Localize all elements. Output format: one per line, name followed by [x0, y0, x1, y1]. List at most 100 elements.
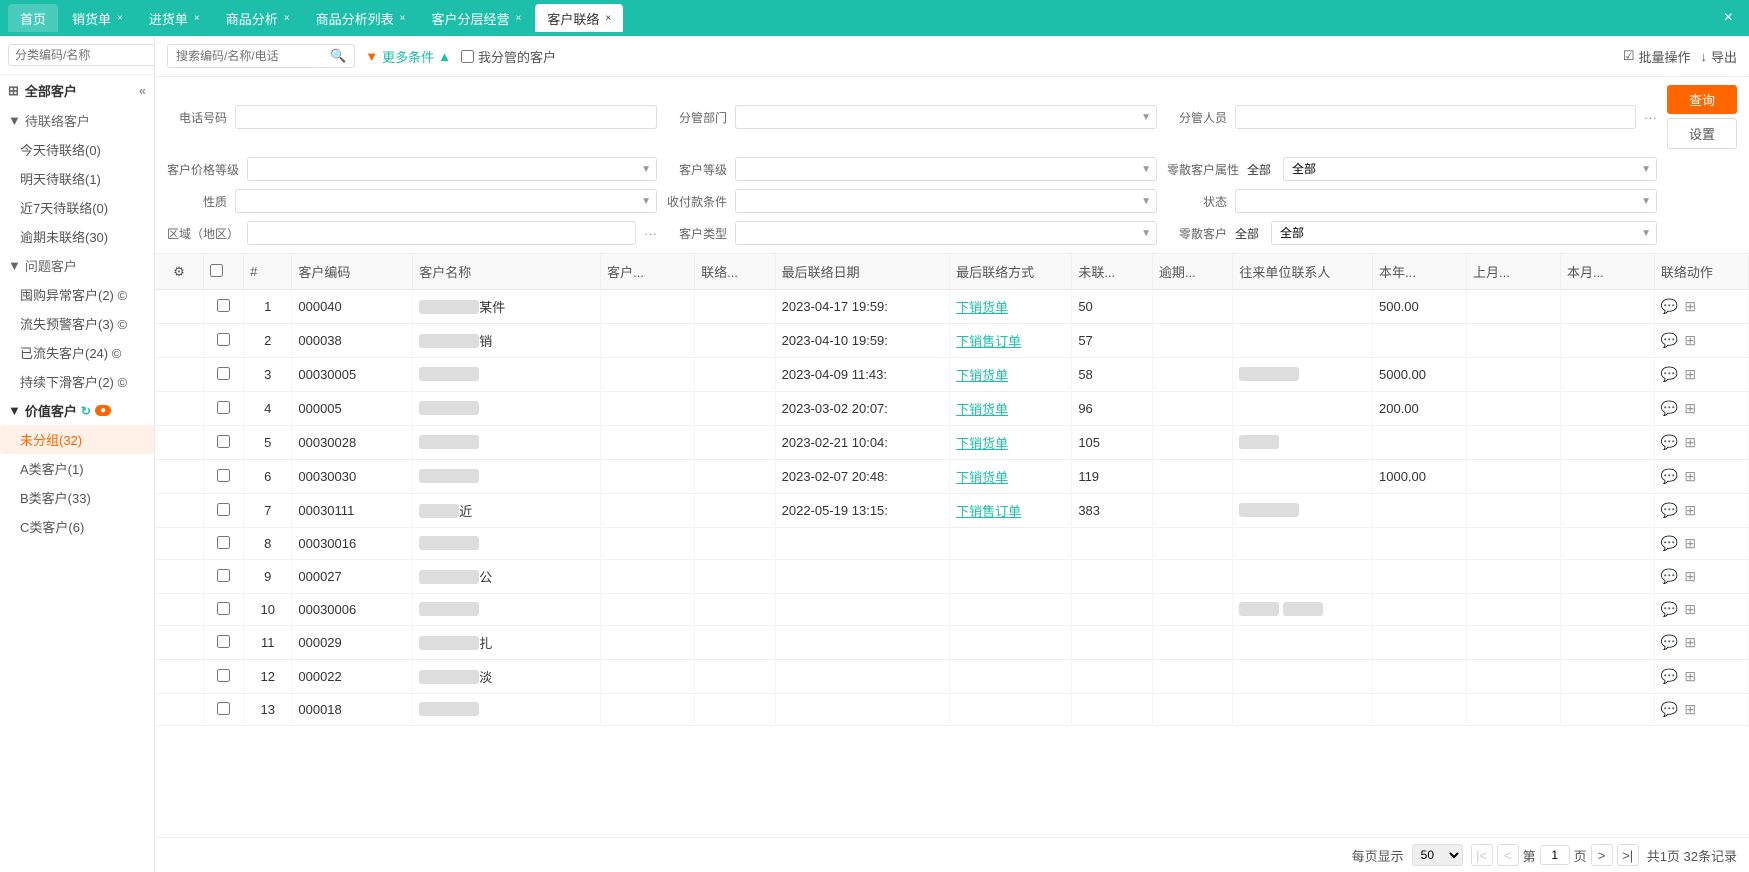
- sidebar-collapse-button[interactable]: «: [139, 83, 146, 98]
- sidebar-all-customers[interactable]: ⊞ 全部客户 «: [0, 75, 154, 106]
- grid-action-icon-8[interactable]: ⊞: [1684, 568, 1696, 585]
- grid-action-icon-5[interactable]: ⊞: [1684, 468, 1696, 485]
- manager-dots-button[interactable]: ···: [1644, 110, 1657, 125]
- filter-select-retail-attr[interactable]: 全部: [1283, 157, 1657, 181]
- message-icon-2[interactable]: 💬: [1661, 366, 1678, 383]
- tab-product-analysis[interactable]: 商品分析 ×: [214, 4, 302, 32]
- reset-button[interactable]: 设置: [1667, 118, 1737, 149]
- tab-purchase[interactable]: 进货单 ×: [137, 4, 212, 32]
- sidebar-search-input[interactable]: [8, 44, 155, 66]
- tab-customer-contact-close[interactable]: ×: [605, 13, 611, 24]
- row-last-contact-method-11[interactable]: [950, 660, 1072, 694]
- filter-select-cust-type[interactable]: [735, 221, 1157, 245]
- value-customer-group-header[interactable]: ▼ 价值客户 ↻ ●: [0, 396, 154, 425]
- th-gear[interactable]: ⚙: [155, 254, 203, 290]
- batch-op-button[interactable]: ☑ 批量操作: [1623, 47, 1691, 66]
- row-last-contact-method-9[interactable]: [950, 594, 1072, 626]
- row-last-contact-method-3[interactable]: 下销货单: [950, 392, 1072, 426]
- row-check-10[interactable]: [203, 626, 243, 660]
- prev-page-button[interactable]: <: [1497, 844, 1519, 866]
- filter-select-retail-cust[interactable]: 全部: [1271, 221, 1657, 245]
- sidebar-item-churned[interactable]: 已流失客户(24) ©: [0, 338, 154, 367]
- grid-action-icon-0[interactable]: ⊞: [1684, 298, 1696, 315]
- grid-action-icon-2[interactable]: ⊞: [1684, 366, 1696, 383]
- filter-select-cust-tier[interactable]: [735, 157, 1157, 181]
- filter-input-manager[interactable]: [1235, 105, 1636, 129]
- message-icon-12[interactable]: 💬: [1661, 701, 1678, 718]
- message-icon-8[interactable]: 💬: [1661, 568, 1678, 585]
- message-icon-6[interactable]: 💬: [1661, 502, 1678, 519]
- th-checkbox[interactable]: [203, 254, 243, 290]
- row-last-contact-method-2[interactable]: 下销货单: [950, 358, 1072, 392]
- th-last-contact-method[interactable]: 最后联络方式: [950, 254, 1072, 290]
- message-icon-9[interactable]: 💬: [1661, 601, 1678, 618]
- message-icon-1[interactable]: 💬: [1661, 332, 1678, 349]
- row-check-5[interactable]: [203, 460, 243, 494]
- row-last-contact-method-0[interactable]: 下销货单: [950, 290, 1072, 324]
- row-last-contact-method-5[interactable]: 下销货单: [950, 460, 1072, 494]
- grid-action-icon-3[interactable]: ⊞: [1684, 400, 1696, 417]
- row-check-1[interactable]: [203, 324, 243, 358]
- per-page-select[interactable]: 50 100 200: [1412, 844, 1463, 866]
- query-button[interactable]: 查询: [1667, 85, 1737, 114]
- export-button[interactable]: ↓ 导出: [1700, 47, 1737, 66]
- sidebar-item-hoarding-abnormal[interactable]: 囤购异常客户(2) ©: [0, 280, 154, 309]
- row-last-contact-method-7[interactable]: [950, 528, 1072, 560]
- tab-product-analysis-close[interactable]: ×: [284, 13, 290, 24]
- row-check-12[interactable]: [203, 694, 243, 726]
- th-name[interactable]: 客户名称: [413, 254, 601, 290]
- sidebar-item-class-c[interactable]: C类客户(6): [0, 512, 154, 541]
- th-this-year[interactable]: 本年...: [1373, 254, 1467, 290]
- tab-purchase-close[interactable]: ×: [194, 13, 200, 24]
- row-check-6[interactable]: [203, 494, 243, 528]
- region-dots-button[interactable]: ···: [644, 226, 657, 241]
- refresh-icon[interactable]: ↻: [81, 404, 91, 418]
- filter-input-region[interactable]: [247, 221, 636, 245]
- sidebar-item-class-b[interactable]: B类客户(33): [0, 483, 154, 512]
- page-number-input[interactable]: [1540, 845, 1570, 865]
- grid-action-icon-7[interactable]: ⊞: [1684, 535, 1696, 552]
- row-last-contact-method-4[interactable]: 下销货单: [950, 426, 1072, 460]
- tab-sales-close[interactable]: ×: [117, 13, 123, 24]
- row-last-contact-method-12[interactable]: [950, 694, 1072, 726]
- row-last-contact-method-1[interactable]: 下销售订单: [950, 324, 1072, 358]
- message-icon-0[interactable]: 💬: [1661, 298, 1678, 315]
- row-check-11[interactable]: [203, 660, 243, 694]
- tab-product-analysis-list[interactable]: 商品分析列表 ×: [304, 4, 418, 32]
- message-icon-11[interactable]: 💬: [1661, 668, 1678, 685]
- tab-customer-contact[interactable]: 客户联络 ×: [535, 4, 623, 32]
- sidebar-item-churn-warning[interactable]: 流失预警客户(3) ©: [0, 309, 154, 338]
- th-this-month[interactable]: 本月...: [1560, 254, 1654, 290]
- sidebar-item-declining[interactable]: 持续下滑客户(2) ©: [0, 367, 154, 396]
- first-page-button[interactable]: |<: [1471, 844, 1493, 866]
- sidebar-item-7day-pending[interactable]: 近7天待联络(0): [0, 193, 154, 222]
- row-check-8[interactable]: [203, 560, 243, 594]
- select-all-checkbox[interactable]: [210, 264, 223, 277]
- row-check-0[interactable]: [203, 290, 243, 324]
- filter-select-price-tier[interactable]: [247, 157, 657, 181]
- sidebar-item-today-pending[interactable]: 今天待联络(0): [0, 135, 154, 164]
- problem-customer-group-header[interactable]: ▼ 问题客户: [0, 251, 154, 280]
- th-overdue[interactable]: 逾期...: [1152, 254, 1233, 290]
- grid-action-icon-11[interactable]: ⊞: [1684, 668, 1696, 685]
- tab-home[interactable]: 首页: [8, 4, 58, 32]
- filter-search-input[interactable]: [176, 49, 326, 63]
- row-check-3[interactable]: [203, 392, 243, 426]
- window-close-button[interactable]: ×: [1716, 9, 1741, 27]
- tab-sales[interactable]: 销货单 ×: [60, 4, 135, 32]
- tab-customer-tier[interactable]: 客户分层经营 ×: [419, 4, 533, 32]
- th-code[interactable]: 客户编码: [292, 254, 413, 290]
- row-last-contact-method-8[interactable]: [950, 560, 1072, 594]
- sidebar-item-class-a[interactable]: A类客户(1): [0, 454, 154, 483]
- message-icon-3[interactable]: 💬: [1661, 400, 1678, 417]
- th-last-month[interactable]: 上月...: [1466, 254, 1560, 290]
- next-page-button[interactable]: >: [1591, 844, 1613, 866]
- row-check-7[interactable]: [203, 528, 243, 560]
- filter-select-dept[interactable]: [735, 105, 1157, 129]
- message-icon-7[interactable]: 💬: [1661, 535, 1678, 552]
- row-last-contact-method-10[interactable]: [950, 626, 1072, 660]
- message-icon-10[interactable]: 💬: [1661, 634, 1678, 651]
- row-last-contact-method-6[interactable]: 下销售订单: [950, 494, 1072, 528]
- sidebar-item-tomorrow-pending[interactable]: 明天待联络(1): [0, 164, 154, 193]
- tab-customer-tier-close[interactable]: ×: [515, 13, 521, 24]
